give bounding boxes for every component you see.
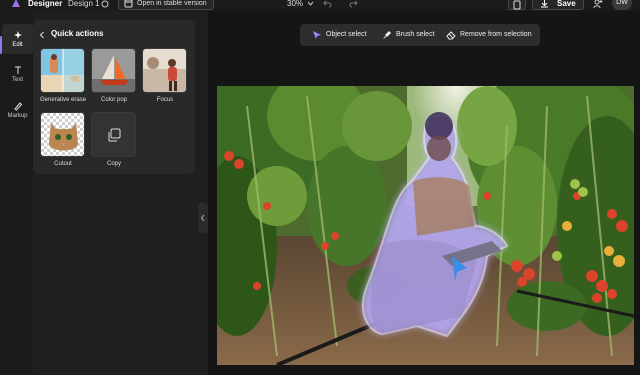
document-name[interactable]: Design 1	[68, 0, 100, 9]
rail-label-edit: Edit	[12, 42, 23, 48]
pointer-icon	[313, 31, 321, 39]
copy-thumbnail	[91, 112, 136, 157]
redo-icon[interactable]	[349, 0, 358, 8]
tile-label: Copy	[106, 161, 121, 167]
cloud-sync-icon[interactable]	[101, 0, 109, 8]
quick-actions-panel: Quick actions Generative erase Color pop…	[33, 20, 195, 174]
rail-label-markup: Markup	[7, 113, 28, 119]
share-button[interactable]	[508, 0, 526, 10]
chevron-left-icon[interactable]	[39, 31, 45, 39]
quick-action-cutout[interactable]: Cutout	[40, 112, 86, 167]
quick-action-generative-erase[interactable]: Generative erase	[40, 48, 86, 103]
object-select-button[interactable]: Object select	[312, 24, 366, 46]
share-icon	[513, 0, 521, 10]
rail-label-text: Text	[11, 77, 23, 83]
greenhouse-photo	[217, 86, 634, 365]
eraser-icon	[446, 31, 456, 40]
quick-action-focus[interactable]: Focus	[142, 48, 188, 103]
save-label: Save	[557, 0, 576, 8]
cutout-thumbnail	[40, 112, 85, 157]
designer-logo-icon	[12, 0, 20, 7]
app-name: Designer	[28, 0, 63, 8]
selection-toolbar: Object select Brush select Remove from s…	[300, 24, 540, 46]
generative-erase-thumbnail	[40, 48, 85, 93]
rail-item-text[interactable]: Text	[2, 59, 33, 89]
markup-icon	[13, 102, 22, 111]
brush-icon	[383, 31, 391, 39]
tile-label: Generative erase	[40, 97, 87, 103]
open-stable-version-button[interactable]: Open in stable version	[118, 0, 214, 10]
left-rail: Edit Text Markup	[0, 11, 33, 375]
open-window-icon	[124, 0, 133, 8]
remove-from-selection-button[interactable]: Remove from selection	[446, 24, 532, 46]
color-pop-thumbnail	[91, 48, 136, 93]
chevron-down-icon[interactable]	[307, 1, 314, 6]
zoom-level[interactable]: 30%	[287, 0, 303, 9]
copy-icon	[108, 128, 120, 141]
avatar[interactable]: DW	[612, 0, 632, 10]
open-stable-version-label: Open in stable version	[137, 0, 207, 7]
canvas-image[interactable]	[217, 86, 634, 365]
person-add-icon[interactable]	[593, 0, 603, 8]
rail-item-edit[interactable]: Edit	[2, 24, 33, 54]
tile-label: Cutout	[54, 161, 72, 167]
object-select-label: Object select	[326, 31, 367, 38]
focus-thumbnail	[142, 48, 187, 93]
tile-label: Focus	[156, 97, 174, 103]
rail-item-markup[interactable]: Markup	[2, 95, 33, 125]
text-icon	[14, 66, 21, 74]
remove-from-selection-label: Remove from selection	[460, 31, 532, 38]
quick-action-color-pop[interactable]: Color pop	[91, 48, 137, 103]
undo-icon[interactable]	[323, 0, 332, 8]
save-button[interactable]: Save	[532, 0, 584, 10]
brush-select-label: Brush select	[396, 31, 435, 38]
quick-action-copy[interactable]: Copy	[91, 112, 137, 167]
edit-icon	[13, 31, 22, 39]
chevron-left-icon	[200, 214, 205, 222]
collapse-panel-handle[interactable]	[198, 203, 208, 233]
panel-title: Quick actions	[51, 29, 104, 38]
download-icon	[541, 0, 548, 8]
top-bar: Designer Design 1 Open in stable version…	[0, 0, 640, 11]
brush-select-button[interactable]: Brush select	[382, 24, 435, 46]
tile-label: Color pop	[100, 97, 127, 103]
